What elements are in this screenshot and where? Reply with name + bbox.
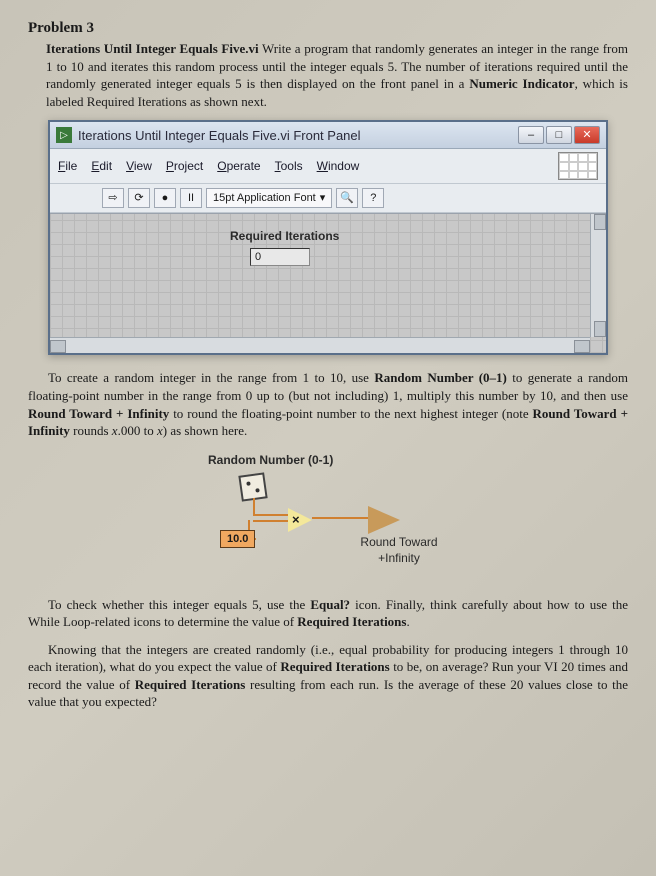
labview-window: ▷ Iterations Until Integer Equals Five.v…: [48, 120, 608, 355]
app-icon: ▷: [56, 127, 72, 143]
indicator-label: Required Iterations: [230, 228, 339, 244]
multiply-icon: [288, 508, 312, 532]
menu-file[interactable]: File: [58, 158, 77, 174]
round-label: Round Toward+Infinity: [344, 534, 454, 566]
horizontal-scrollbar[interactable]: [50, 337, 590, 353]
equal-paragraph: To check whether this integer equals 5, …: [28, 596, 628, 631]
expectation-paragraph: Knowing that the integers are created ra…: [28, 641, 628, 711]
search-button[interactable]: 🔍: [336, 188, 358, 208]
menu-edit[interactable]: Edit: [91, 158, 112, 174]
vertical-scrollbar[interactable]: [590, 214, 606, 337]
numeric-indicator-term: Numeric Indicator: [469, 76, 574, 91]
req-iter-term: Required Iterations: [297, 614, 406, 629]
round-icon: [368, 506, 400, 534]
window-title: Iterations Until Integer Equals Five.vi …: [78, 127, 512, 145]
font-selector[interactable]: 15pt Application Font▾: [206, 188, 332, 208]
text: rounds: [70, 423, 112, 438]
minimize-button[interactable]: –: [518, 126, 544, 144]
block-diagram: Random Number (0-1) 10.0 Round Toward+In…: [158, 452, 498, 582]
run-button[interactable]: ⇨: [102, 188, 124, 208]
text: .000 to: [118, 423, 157, 438]
menu-window[interactable]: Window: [317, 158, 360, 174]
text: To create a random integer in the range …: [48, 370, 374, 385]
menu-operate[interactable]: Operate: [217, 158, 260, 174]
problem-title: Problem 3: [28, 18, 628, 38]
text: ) as shown here.: [163, 423, 247, 438]
menubar: File Edit View Project Operate Tools Win…: [50, 149, 606, 184]
window-titlebar: ▷ Iterations Until Integer Equals Five.v…: [50, 122, 606, 149]
req-iter-term2: Required Iterations: [280, 659, 389, 674]
grid-icon[interactable]: [558, 152, 598, 180]
text: To check whether this integer equals 5, …: [48, 597, 310, 612]
req-iter-term3: Required Iterations: [135, 677, 246, 692]
abort-button[interactable]: ●: [154, 188, 176, 208]
numeric-indicator: 0: [250, 248, 310, 266]
vi-name: Iterations Until Integer Equals Five.vi: [46, 41, 259, 56]
window-buttons: – □ ✕: [518, 126, 600, 144]
run-continuous-button[interactable]: ⟳: [128, 188, 150, 208]
wire: [312, 517, 370, 519]
random-number-label: Random Number (0-1): [208, 452, 333, 468]
constant-ten: 10.0: [220, 530, 255, 549]
menu-view[interactable]: View: [126, 158, 152, 174]
close-button[interactable]: ✕: [574, 126, 600, 144]
help-button[interactable]: ?: [362, 188, 384, 208]
instructions-paragraph: To create a random integer in the range …: [28, 369, 628, 439]
round-toward-term: Round Toward + Infinity: [28, 406, 169, 421]
wire: [253, 514, 291, 516]
front-panel-canvas[interactable]: Required Iterations 0: [50, 213, 606, 353]
equal-term: Equal?: [310, 597, 350, 612]
text: .: [406, 614, 409, 629]
pause-button[interactable]: II: [180, 188, 202, 208]
text: to round the floating-point number to th…: [169, 406, 532, 421]
menu-project[interactable]: Project: [166, 158, 203, 174]
problem-statement: Iterations Until Integer Equals Five.vi …: [46, 40, 628, 110]
random-number-term: Random Number (0–1): [374, 370, 507, 385]
maximize-button[interactable]: □: [546, 126, 572, 144]
menu-tools[interactable]: Tools: [275, 158, 303, 174]
wire: [253, 520, 291, 522]
toolbar: ⇨ ⟳ ● II 15pt Application Font▾ 🔍 ?: [50, 184, 606, 213]
